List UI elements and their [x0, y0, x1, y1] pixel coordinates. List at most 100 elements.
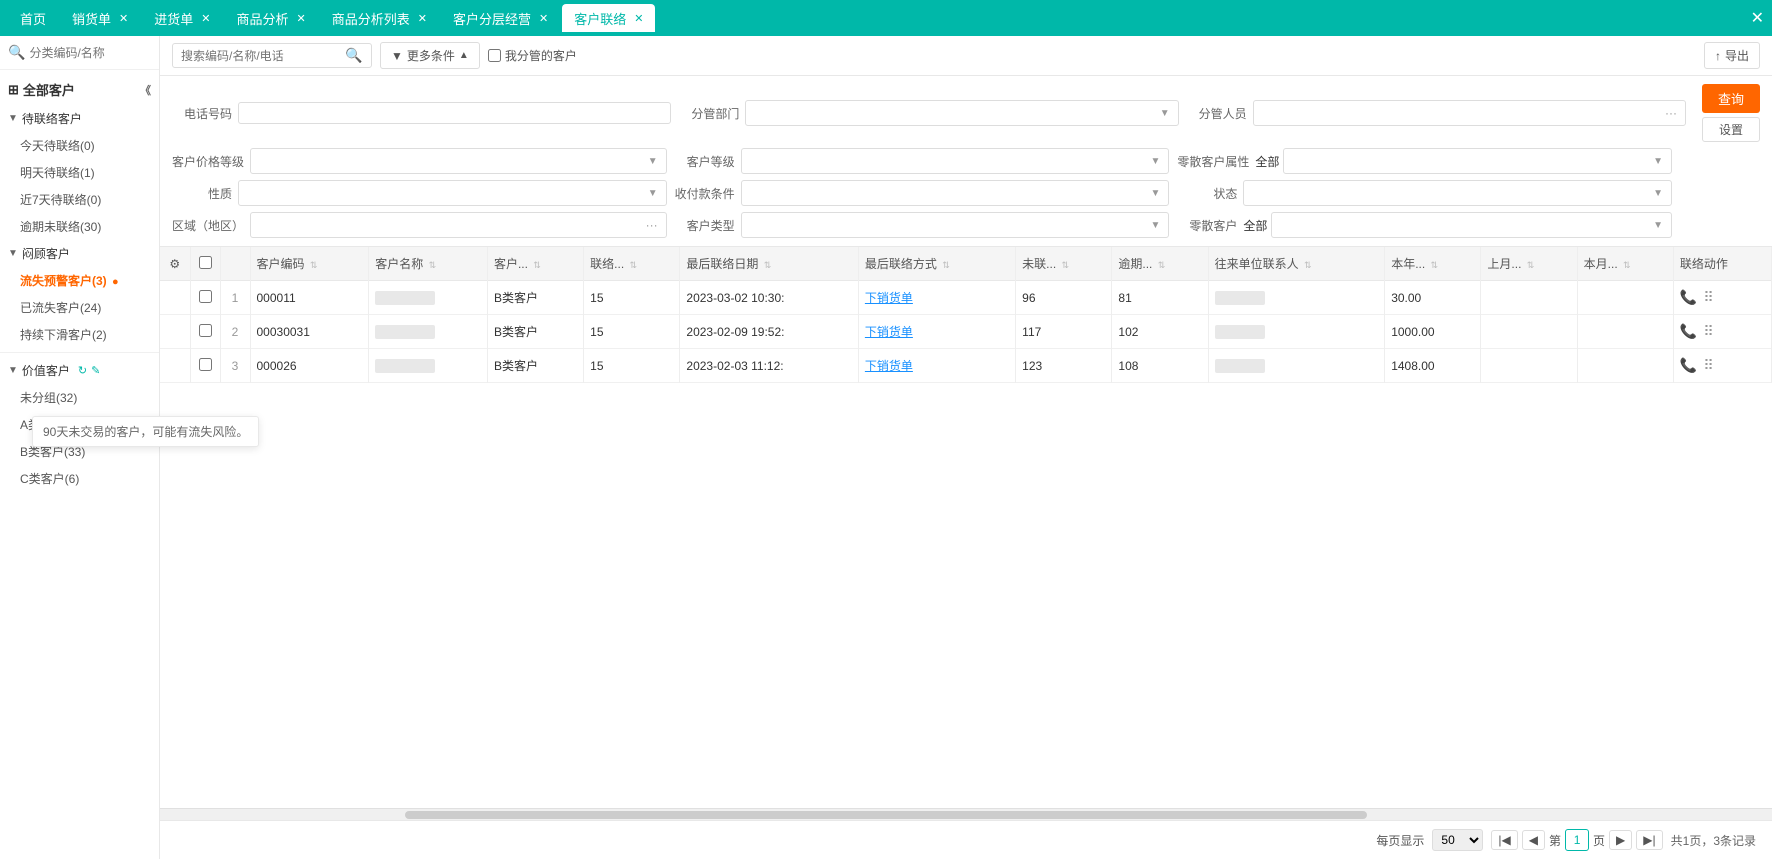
more-icon[interactable]: ⠿	[1703, 357, 1713, 374]
window-close-button[interactable]: ✕	[1751, 8, 1764, 28]
close-icon[interactable]: ✕	[119, 12, 128, 25]
nature-select[interactable]: ▼	[238, 180, 667, 206]
sidebar-item-overdue[interactable]: 逾期未联络(30)	[0, 213, 159, 240]
sidebar-item-ungrouped[interactable]: 未分组(32)	[0, 384, 159, 411]
manager-select[interactable]: ···	[1253, 100, 1686, 126]
nav-product-analysis[interactable]: 商品分析 ✕	[224, 4, 317, 32]
row-select-checkbox[interactable]	[199, 324, 212, 337]
retail-customer-select[interactable]: ▼	[1271, 212, 1672, 238]
row-checkbox[interactable]	[190, 281, 220, 315]
table-header-last-date[interactable]: 最后联络日期 ⇅	[680, 247, 858, 281]
row-no-contact: 96	[1016, 281, 1112, 315]
sidebar-item-7days[interactable]: 近7天待联络(0)	[0, 186, 159, 213]
edit-icon[interactable]: ✎	[91, 364, 100, 377]
method-link[interactable]: 下销货单	[865, 325, 913, 339]
sidebar-section-value[interactable]: ▼ 价值客户 ↻ ✎	[0, 357, 159, 384]
sidebar-all-customers[interactable]: ⊞ 全部客户 《	[0, 74, 159, 105]
close-icon[interactable]: ✕	[634, 12, 643, 25]
customer-level-select[interactable]: ▼	[741, 148, 1170, 174]
nav-customer-segmentation[interactable]: 客户分层经营 ✕	[441, 4, 560, 32]
department-select[interactable]: ▼	[745, 100, 1178, 126]
search-input[interactable]	[181, 49, 341, 63]
sidebar-item-churn-warning[interactable]: 流失预警客户(3) ●	[0, 267, 159, 294]
close-icon[interactable]: ✕	[201, 12, 210, 25]
search-icon[interactable]: 🔍	[345, 47, 362, 64]
horizontal-scrollbar[interactable]	[160, 808, 1772, 820]
contact-icon[interactable]: 📞	[1680, 289, 1697, 306]
next-page-button[interactable]: ▶	[1609, 830, 1632, 850]
nav-home[interactable]: 首页	[8, 4, 58, 32]
nav-sales[interactable]: 销货单 ✕	[60, 4, 140, 32]
nav-customer-contact[interactable]: 客户联络 ✕	[562, 4, 655, 32]
row-last-method[interactable]: 下销货单	[858, 315, 1015, 349]
table-header-no-contact[interactable]: 未联... ⇅	[1016, 247, 1112, 281]
table-header-name[interactable]: 客户名称 ⇅	[369, 247, 488, 281]
sort-icon: ⇅	[942, 260, 950, 270]
more-icon[interactable]: ⠿	[1703, 289, 1713, 306]
price-level-select[interactable]: ▼	[250, 148, 667, 174]
settings-button[interactable]: 设置	[1702, 117, 1760, 142]
status-select[interactable]: ▼	[1243, 180, 1672, 206]
method-link[interactable]: 下销货单	[865, 291, 913, 305]
region-select[interactable]: ···	[250, 212, 667, 238]
filter-payment: 收付款条件 ▼	[675, 180, 1170, 206]
export-button[interactable]: ↑ 导出	[1704, 42, 1760, 69]
retail-attr-select[interactable]: ▼	[1283, 148, 1672, 174]
close-icon[interactable]: ✕	[418, 12, 427, 25]
first-page-button[interactable]: |◀	[1491, 830, 1517, 850]
phone-input[interactable]	[238, 102, 671, 124]
data-table-area: ⚙ 客户编码 ⇅ 客户名称 ⇅ 客户... ⇅	[160, 247, 1772, 808]
scroll-thumb[interactable]	[405, 811, 1367, 819]
query-button[interactable]: 查询	[1702, 84, 1760, 113]
my-customers-checkbox-label[interactable]: 我分管的客户	[488, 47, 577, 64]
table-header-checkbox[interactable]	[190, 247, 220, 281]
table-header-contact-person[interactable]: 往来单位联系人 ⇅	[1208, 247, 1385, 281]
sidebar-section-churn[interactable]: ▼ 闷顾客户	[0, 240, 159, 267]
sidebar-search-input[interactable]	[29, 46, 184, 60]
customer-type-select[interactable]: ▼	[741, 212, 1170, 238]
row-last-method[interactable]: 下销货单	[858, 349, 1015, 383]
refresh-icon[interactable]: ↻	[78, 364, 87, 377]
per-page-select[interactable]: 50 100 200	[1432, 829, 1483, 851]
row-checkbox[interactable]	[190, 349, 220, 383]
table-header-this-month[interactable]: 本月... ⇅	[1577, 247, 1673, 281]
action-icons: 📞 ⠿	[1680, 357, 1765, 374]
close-icon[interactable]: ✕	[539, 12, 548, 25]
method-link[interactable]: 下销货单	[865, 359, 913, 373]
close-icon[interactable]: ✕	[297, 12, 306, 25]
contact-icon[interactable]: 📞	[1680, 323, 1697, 340]
my-customers-checkbox[interactable]	[488, 49, 501, 62]
chevron-down-icon: ▼	[1653, 220, 1663, 231]
filter-customer-type: 客户类型 ▼	[675, 212, 1170, 238]
arrow-down-icon: ▼	[8, 113, 18, 124]
table-header-last-month[interactable]: 上月... ⇅	[1481, 247, 1577, 281]
more-conditions-button[interactable]: ▼ 更多条件 ▲	[380, 42, 480, 69]
more-icon[interactable]: ⠿	[1703, 323, 1713, 340]
payment-select[interactable]: ▼	[741, 180, 1170, 206]
row-last-method[interactable]: 下销货单	[858, 281, 1015, 315]
table-header-settings[interactable]: ⚙	[160, 247, 190, 281]
sidebar-item-churn-lost[interactable]: 已流失客户(24)	[0, 294, 159, 321]
last-page-button[interactable]: ▶|	[1636, 830, 1662, 850]
sidebar-section-pending[interactable]: ▼ 待联络客户	[0, 105, 159, 132]
nav-product-analysis-list[interactable]: 商品分析列表 ✕	[320, 4, 439, 32]
sidebar-item-churn-declining[interactable]: 持续下滑客户(2)	[0, 321, 159, 348]
sidebar-item-today[interactable]: 今天待联络(0)	[0, 132, 159, 159]
row-last-month	[1481, 281, 1577, 315]
prev-page-button[interactable]: ◀	[1522, 830, 1545, 850]
row-select-checkbox[interactable]	[199, 358, 212, 371]
sidebar-item-class-c[interactable]: C类客户(6)	[0, 465, 159, 492]
table-header-code[interactable]: 客户编码 ⇅	[250, 247, 369, 281]
table-header-overdue[interactable]: 逾期... ⇅	[1112, 247, 1208, 281]
table-header-last-method[interactable]: 最后联络方式 ⇅	[858, 247, 1015, 281]
select-all-checkbox[interactable]	[199, 256, 212, 269]
row-select-checkbox[interactable]	[199, 290, 212, 303]
nav-purchase[interactable]: 进货单 ✕	[142, 4, 222, 32]
table-header-contact[interactable]: 联络... ⇅	[584, 247, 680, 281]
sidebar-item-tomorrow[interactable]: 明天待联络(1)	[0, 159, 159, 186]
sort-icon: ⇅	[1431, 260, 1439, 270]
table-header-this-year[interactable]: 本年... ⇅	[1385, 247, 1481, 281]
table-header-type[interactable]: 客户... ⇅	[487, 247, 583, 281]
contact-icon[interactable]: 📞	[1680, 357, 1697, 374]
row-checkbox[interactable]	[190, 315, 220, 349]
